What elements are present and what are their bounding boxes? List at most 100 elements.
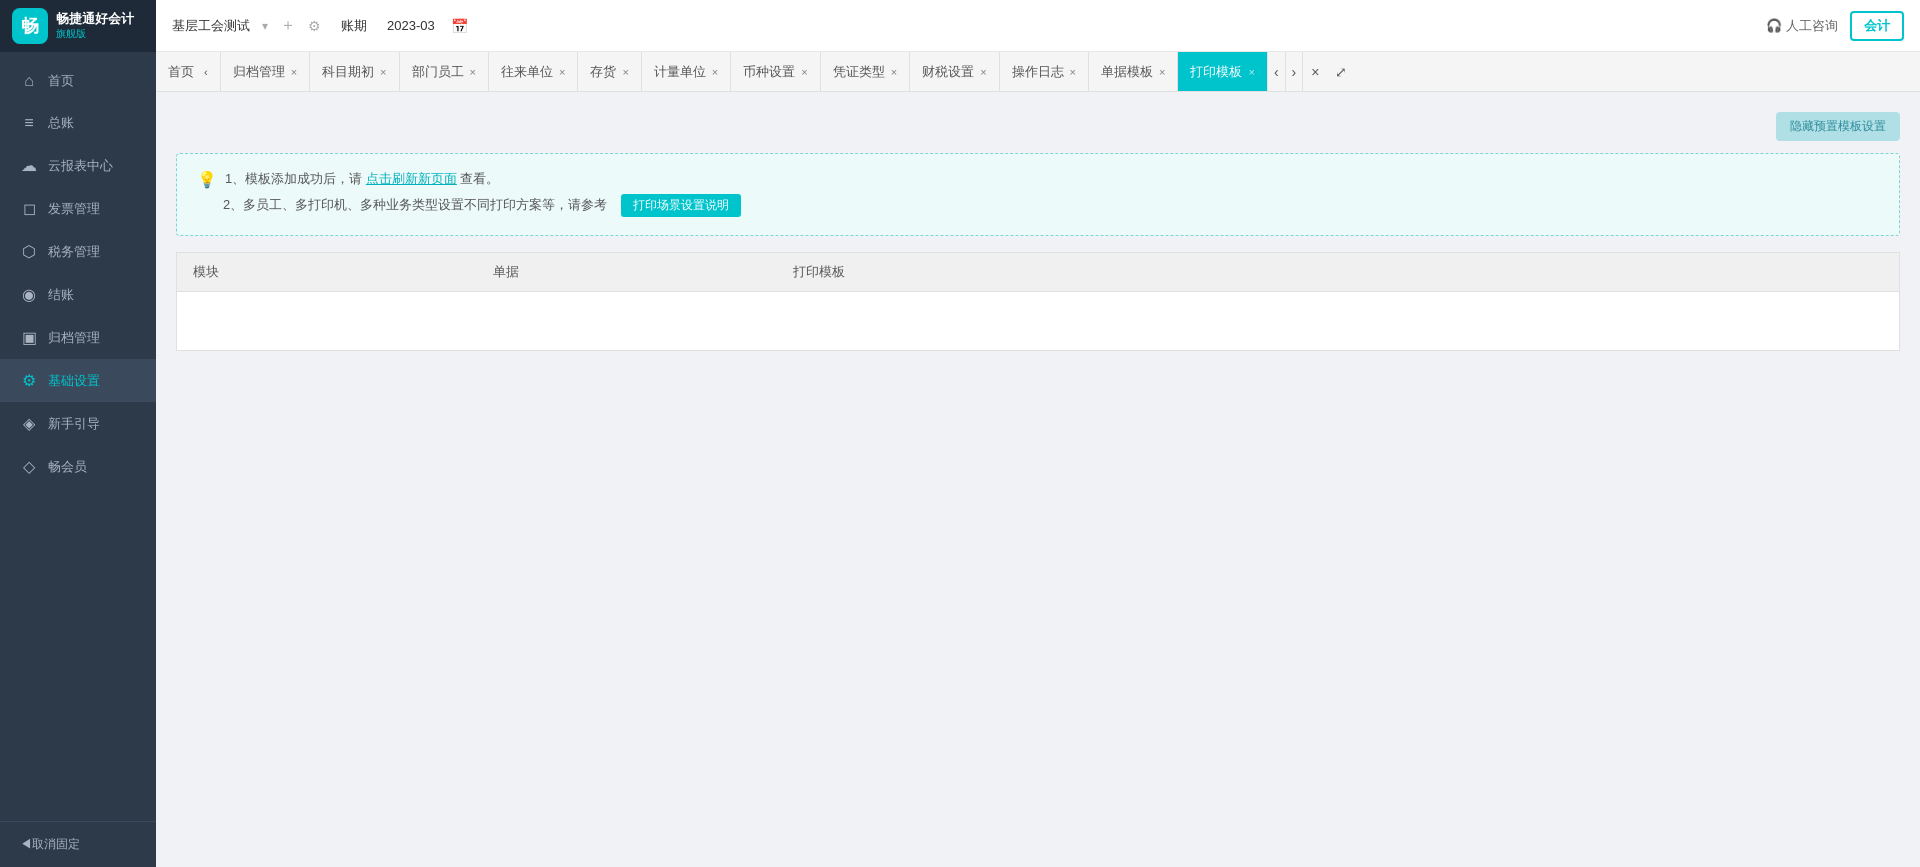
tab-taxsettings[interactable]: 财税设置 × [910,52,999,91]
sidebar-item-label: 税务管理 [48,243,100,261]
info-line1-a: 1、模板添加成功后，请 [225,171,362,186]
service-button[interactable]: 🎧 人工咨询 [1766,17,1838,35]
tab-vendor-label: 往来单位 [501,63,553,81]
tab-currency-label: 币种设置 [743,63,795,81]
tab-vendor[interactable]: 往来单位 × [489,52,578,91]
main-area: 基层工会测试 ▾ ＋ ⚙ 账期 2023-03 📅 🎧 人工咨询 会计 首页 ‹… [156,0,1920,867]
tab-expand-button[interactable]: ⤢ [1327,52,1355,91]
tab-singletemp-close[interactable]: × [1159,66,1165,78]
sidebar-item-member[interactable]: ◇ 畅会员 [0,445,156,488]
top-header: 基层工会测试 ▾ ＋ ⚙ 账期 2023-03 📅 🎧 人工咨询 会计 [156,0,1920,52]
headset-icon: 🎧 [1766,18,1782,33]
tab-unit[interactable]: 计量单位 × [642,52,731,91]
tab-printtemp-label: 打印模板 [1190,63,1242,81]
print-scene-button[interactable]: 打印场景设置说明 [621,194,741,217]
sidebar-item-ledger[interactable]: ≡ 总账 [0,102,156,144]
bulb-icon: 💡 [197,170,217,189]
tab-oplog[interactable]: 操作日志 × [1000,52,1089,91]
sidebar-logo: 畅 畅捷通好会计 旗舰版 [0,0,156,52]
sidebar-item-settings[interactable]: ⚙ 基础设置 [0,359,156,402]
info-row-1: 💡 1、模板添加成功后，请 点击刷新新页面 查看。 [197,168,1879,190]
logo-text: 畅捷通好会计 旗舰版 [56,11,134,41]
ledger-icon: ≡ [20,114,38,132]
sidebar-unpin-button[interactable]: ◀取消固定 [0,821,156,867]
info-line2-a: 2、多员工、多打印机、多种业务类型设置不同打印方案等，请参考 [223,194,607,216]
content-area: 隐藏预置模板设置 💡 1、模板添加成功后，请 点击刷新新页面 查看。 2、多员工… [156,92,1920,867]
info-line1-b: 查看。 [460,171,499,186]
sidebar-item-close[interactable]: ◉ 结账 [0,273,156,316]
col-module: 模块 [193,263,493,281]
info-row-2: 2、多员工、多打印机、多种业务类型设置不同打印方案等，请参考 打印场景设置说明 [223,194,1879,217]
tab-vendor-close[interactable]: × [559,66,565,78]
tab-dept[interactable]: 部门员工 × [400,52,489,91]
archive-icon: ▣ [20,328,38,347]
logo-title: 畅捷通好会计 [56,11,134,27]
tab-next-button[interactable]: › [1286,52,1304,91]
tab-archive-label: 归档管理 [233,63,285,81]
info-text-1: 1、模板添加成功后，请 点击刷新新页面 查看。 [225,168,499,190]
sidebar-item-home[interactable]: ⌂ 首页 [0,60,156,102]
sidebar-nav: ⌂ 首页 ≡ 总账 ☁ 云报表中心 ◻ 发票管理 ⬡ 税务管理 ◉ 结账 ▣ 归… [0,52,156,821]
calendar-icon[interactable]: 📅 [451,18,468,34]
tab-unit-label: 计量单位 [654,63,706,81]
tab-currency-close[interactable]: × [801,66,807,78]
table-body [176,291,1900,351]
tab-voucher-close[interactable]: × [891,66,897,78]
sidebar-item-label: 归档管理 [48,329,100,347]
add-tab-button[interactable]: ＋ [280,15,296,36]
refresh-link[interactable]: 点击刷新新页面 [366,171,457,186]
sidebar-item-archive[interactable]: ▣ 归档管理 [0,316,156,359]
company-name: 基层工会测试 [172,17,250,35]
tab-singletemp-label: 单据模板 [1101,63,1153,81]
home-tab-label: 首页 [168,63,194,81]
tab-voucher[interactable]: 凭证类型 × [821,52,910,91]
tax-icon: ⬡ [20,242,38,261]
service-label: 人工咨询 [1786,17,1838,35]
tab-archive[interactable]: 归档管理 × [221,52,310,91]
tab-printtemp[interactable]: 打印模板 × [1178,52,1267,91]
tab-voucher-label: 凭证类型 [833,63,885,81]
sidebar-item-reports[interactable]: ☁ 云报表中心 [0,144,156,187]
tab-subjects-label: 科目期初 [322,63,374,81]
cloud-icon: ☁ [20,156,38,175]
sidebar-item-guide[interactable]: ◈ 新手引导 [0,402,156,445]
tab-home-nav[interactable]: ‹ [200,52,208,91]
home-icon: ⌂ [20,72,38,90]
tab-inventory[interactable]: 存货 × [578,52,641,91]
sidebar-item-tax[interactable]: ⬡ 税务管理 [0,230,156,273]
sidebar-item-label: 结账 [48,286,74,304]
tab-oplog-close[interactable]: × [1070,66,1076,78]
tab-archive-close[interactable]: × [291,66,297,78]
unpin-label: ◀取消固定 [20,836,80,853]
close-period-icon: ◉ [20,285,38,304]
tab-subjects[interactable]: 科目期初 × [310,52,399,91]
tab-unit-close[interactable]: × [712,66,718,78]
company-dropdown-icon[interactable]: ▾ [262,19,268,33]
sidebar-item-label: 畅会员 [48,458,87,476]
tab-home[interactable]: 首页 ‹ [156,52,221,91]
sidebar-item-label: 基础设置 [48,372,100,390]
tab-close-all-button[interactable]: × [1303,52,1327,91]
invoice-icon: ◻ [20,199,38,218]
period-label: 账期 [341,17,367,35]
tab-prev-button[interactable]: ‹ [1268,52,1286,91]
tab-printtemp-close[interactable]: × [1248,66,1254,78]
tab-inventory-close[interactable]: × [622,66,628,78]
tab-dept-label: 部门员工 [412,63,464,81]
sidebar-item-invoice[interactable]: ◻ 发票管理 [0,187,156,230]
kuaiji-button[interactable]: 会计 [1850,11,1904,41]
tab-currency[interactable]: 币种设置 × [731,52,820,91]
sidebar-item-label: 首页 [48,72,74,90]
col-template: 打印模板 [793,263,1883,281]
hide-template-button[interactable]: 隐藏预置模板设置 [1776,112,1900,141]
print-template-table: 模块 单据 打印模板 [176,252,1900,351]
tab-subjects-close[interactable]: × [380,66,386,78]
tab-dept-close[interactable]: × [470,66,476,78]
settings-button[interactable]: ⚙ [308,18,321,34]
tab-inventory-label: 存货 [590,63,616,81]
sidebar: 畅 畅捷通好会计 旗舰版 ⌂ 首页 ≡ 总账 ☁ 云报表中心 ◻ 发票管理 ⬡ … [0,0,156,867]
guide-icon: ◈ [20,414,38,433]
tab-singletemp[interactable]: 单据模板 × [1089,52,1178,91]
tab-taxsettings-close[interactable]: × [980,66,986,78]
tab-oplog-label: 操作日志 [1012,63,1064,81]
